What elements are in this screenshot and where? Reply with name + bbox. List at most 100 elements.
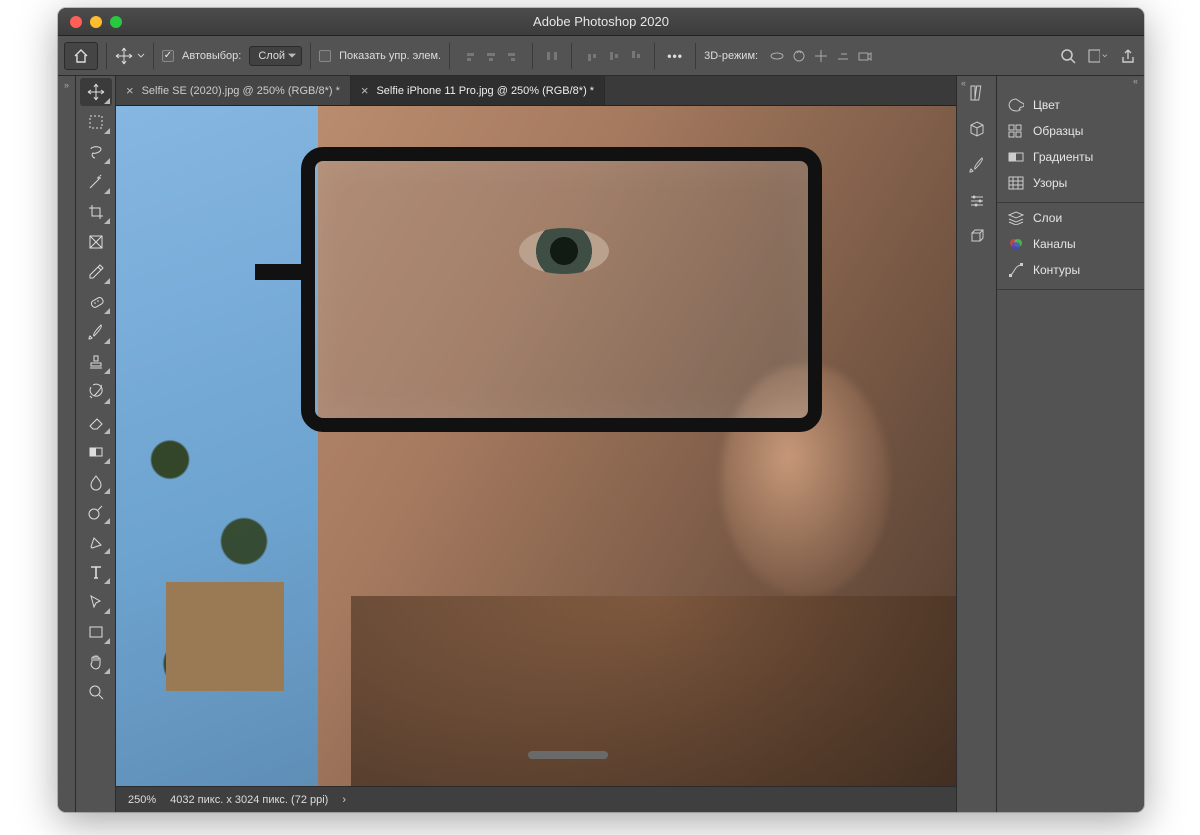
lasso-tool[interactable] [80,138,112,166]
libraries-icon [968,84,986,102]
heal-tool[interactable] [80,288,112,316]
path-select-tool[interactable] [80,588,112,616]
blur-tool[interactable] [80,468,112,496]
document-tab[interactable]: × Selfie SE (2020).jpg @ 250% (RGB/8*) * [116,76,351,105]
crop-tool[interactable] [80,198,112,226]
3d-panel-icon[interactable] [964,226,990,248]
distribute-h-button[interactable] [541,45,563,67]
heal-icon [87,293,105,311]
document-tab[interactable]: × Selfie iPhone 11 Pro.jpg @ 250% (RGB/8… [351,76,605,105]
panel-gradients[interactable]: Градиенты [997,144,1144,170]
canvas-viewport[interactable] [116,106,956,786]
chevron-down-icon [137,52,145,60]
adjustments-panel-icon[interactable] [964,190,990,212]
pen-tool[interactable] [80,528,112,556]
workspace: » [58,76,1144,812]
panel-swatches[interactable]: Образцы [997,118,1144,144]
share-button[interactable] [1118,46,1138,66]
more-align-button[interactable]: ••• [663,45,687,67]
separator [695,43,696,69]
brush-icon [87,323,105,341]
close-tab-icon[interactable]: × [361,83,369,98]
crop-icon [87,203,105,221]
dropdown-value: Слой [258,50,285,62]
align-hcenter-button[interactable] [480,45,502,67]
search-button[interactable] [1058,46,1078,66]
expanded-panel-column: « Цвет Образцы Градиенты Узоры Слои Кана… [996,76,1144,812]
channels-icon [1007,236,1025,252]
separator [571,43,572,69]
panel-patterns[interactable]: Узоры [997,170,1144,196]
dodge-tool[interactable] [80,498,112,526]
dock-collapse-handle[interactable]: « [961,78,966,88]
current-tool-indicator[interactable] [115,47,145,65]
auto-select-mode-dropdown[interactable]: Слой [249,46,302,66]
3d-camera-button[interactable] [854,45,876,67]
type-tool[interactable] [80,558,112,586]
zoom-tool[interactable] [80,678,112,706]
wand-tool[interactable] [80,168,112,196]
type-icon [87,563,105,581]
eyedropper-tool[interactable] [80,258,112,286]
align-left-button[interactable] [458,45,480,67]
blur-icon [87,473,105,491]
history-brush-icon [87,383,105,401]
brush-panel-icon[interactable] [964,154,990,176]
libraries-panel-icon[interactable] [964,82,990,104]
3d-roll-button[interactable] [788,45,810,67]
patterns-icon [1007,175,1025,191]
home-button[interactable] [64,42,98,70]
frame-tool[interactable] [80,228,112,256]
3d-pan-button[interactable] [810,45,832,67]
3d-orbit-button[interactable] [766,45,788,67]
align-vcenter-button[interactable] [602,45,624,67]
share-icon [1120,48,1136,64]
align-top-button[interactable] [580,45,602,67]
gradient-tool[interactable] [80,438,112,466]
hand-tool[interactable] [80,648,112,676]
tab-label: Selfie SE (2020).jpg @ 250% (RGB/8*) * [142,85,340,97]
panel-layers[interactable]: Слои [997,205,1144,231]
zoom-icon [87,683,105,701]
workspace-switcher[interactable] [1088,46,1108,66]
align-right-button[interactable] [502,45,524,67]
status-flyout-icon[interactable]: › [342,794,346,806]
swatches-icon [1007,123,1025,139]
align-bottom-button[interactable] [624,45,646,67]
close-window-button[interactable] [70,16,82,28]
auto-select-checkbox[interactable] [162,50,174,62]
palette-icon [1007,97,1025,113]
chevron-down-icon [1102,52,1108,60]
eraser-tool[interactable] [80,408,112,436]
stamp-tool[interactable] [80,348,112,376]
show-transform-controls-label: Показать упр. элем. [339,50,441,62]
show-transform-controls-checkbox[interactable] [319,50,331,62]
left-dock-collapse[interactable]: » [58,76,76,812]
3d-slide-button[interactable] [832,45,854,67]
align-group-horizontal [458,45,524,67]
shape-tool[interactable] [80,618,112,646]
brush-tool[interactable] [80,318,112,346]
dock-collapse-handle[interactable]: « [997,76,1144,90]
align-vcenter-icon [606,49,620,63]
3d-materials-panel-icon[interactable] [964,118,990,140]
move-tool[interactable] [80,78,112,106]
move-icon [115,47,133,65]
panel-channels[interactable]: Каналы [997,231,1144,257]
close-tab-icon[interactable]: × [126,83,134,98]
align-hcenter-icon [484,49,498,63]
zoom-level[interactable]: 250% [128,794,156,806]
lasso-icon [87,143,105,161]
history-brush-tool[interactable] [80,378,112,406]
app-window: Adobe Photoshop 2020 Автовыбор: Слой Пок… [58,8,1144,812]
marquee-tool[interactable] [80,108,112,136]
zoom-window-button[interactable] [110,16,122,28]
sliders-icon [968,192,986,210]
paths-icon [1007,262,1025,278]
slide-icon [835,49,851,63]
panel-paths[interactable]: Контуры [997,257,1144,283]
panel-color[interactable]: Цвет [997,92,1144,118]
horizontal-scrollbar-thumb[interactable] [528,751,608,759]
minimize-window-button[interactable] [90,16,102,28]
window-title: Adobe Photoshop 2020 [58,14,1144,29]
